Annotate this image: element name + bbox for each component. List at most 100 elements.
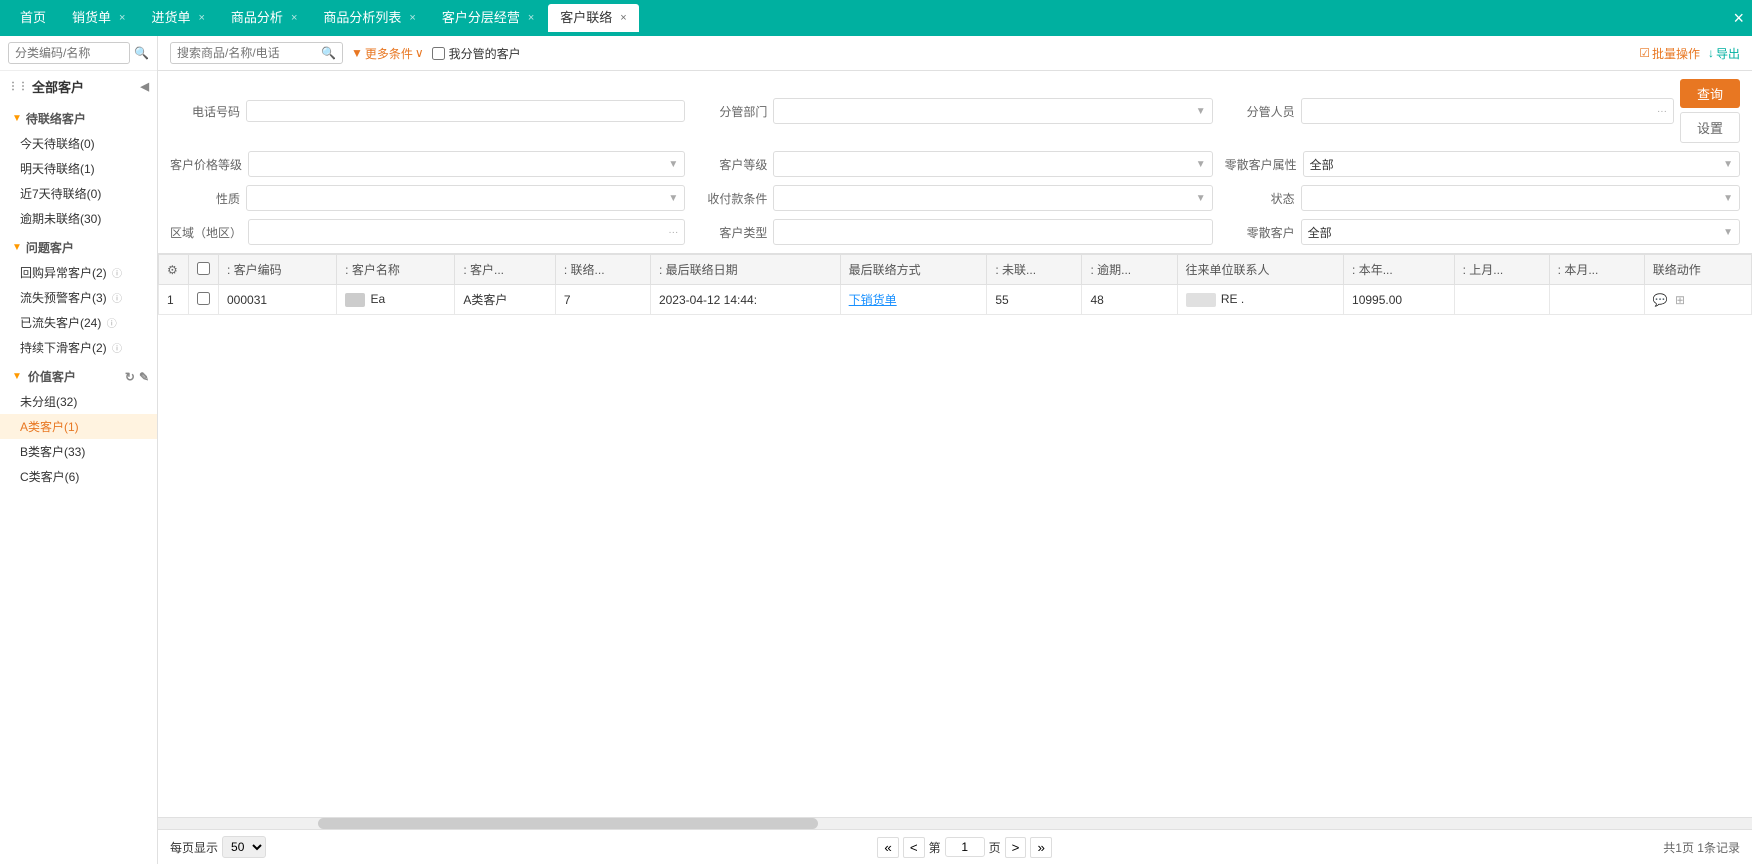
th-name: : 客户名称 [337, 255, 455, 285]
sidebar-item-warning[interactable]: 流失预警客户(3) ⓘ [0, 285, 157, 310]
top-navigation: 首页 销货单 × 进货单 × 商品分析 × 商品分析列表 × 客户分层经营 × … [0, 0, 1752, 36]
th-action: 联络动作 [1644, 255, 1751, 285]
scroll-thumb[interactable] [318, 818, 818, 829]
area-arrow: ··· [668, 227, 678, 238]
last-method-link[interactable]: 下销货单 [849, 293, 897, 307]
first-page-button[interactable]: « [877, 837, 898, 858]
filter-search-box: 🔍 [170, 42, 343, 64]
nav-tab-analysis[interactable]: 商品分析 × [219, 4, 309, 32]
dept-select[interactable]: ▼ [773, 98, 1212, 124]
area-select[interactable]: ··· [248, 219, 685, 245]
th-this-month: : 本月... [1549, 255, 1644, 285]
person-filter-row: 分管人员 ··· 查询 设置 [1225, 79, 1740, 143]
close-analysis-list-tab[interactable]: × [409, 4, 415, 32]
retail-attr-select[interactable]: 全部 ▼ [1303, 151, 1740, 177]
sidebar-item-declining[interactable]: 持续下滑客户(2) ⓘ [0, 335, 157, 360]
price-grade-select[interactable]: ▼ [248, 151, 685, 177]
sidebar-search-input[interactable] [8, 42, 130, 64]
total-records: 共1页 1条记录 [1663, 839, 1740, 856]
export-button[interactable]: ↓ 导出 [1708, 45, 1740, 62]
close-analysis-tab[interactable]: × [291, 4, 297, 32]
info-icon-declining: ⓘ [112, 344, 122, 355]
nav-tab-customer-mgmt[interactable]: 客户分层经营 × [430, 4, 546, 32]
payment-select[interactable]: ▼ [773, 185, 1212, 211]
triangle-pending-icon: ▼ [12, 113, 22, 124]
filter-search-input[interactable] [177, 46, 317, 60]
retail-customer-select[interactable]: 全部 ▼ [1301, 219, 1740, 245]
page-size-select[interactable]: 50 [222, 836, 266, 858]
sidebar-item-a-class[interactable]: A类客户(1) [0, 414, 157, 439]
sidebar-category-pending: ▼ 待联络客户 [0, 106, 157, 131]
sidebar-item-overdue[interactable]: 逾期未联络(30) [0, 206, 157, 231]
customer-grade-arrow: ▼ [1196, 159, 1206, 170]
nav-tab-customer-contact[interactable]: 客户联络 × [548, 4, 638, 32]
customer-grade-label: 客户等级 [697, 156, 767, 173]
customer-type-select[interactable] [773, 219, 1212, 245]
td-last-method[interactable]: 下销货单 [840, 285, 987, 315]
select-all-checkbox[interactable] [197, 262, 210, 275]
sidebar-item-7days[interactable]: 近7天待联络(0) [0, 181, 157, 206]
person-select[interactable]: ··· [1301, 98, 1674, 124]
nav-tab-analysis-list[interactable]: 商品分析列表 × [311, 4, 427, 32]
sidebar-item-today[interactable]: 今天待联络(0) [0, 131, 157, 156]
collapse-sidebar-icon[interactable]: ◀ [141, 80, 149, 93]
batch-operation-button[interactable]: ☑ 批量操作 [1639, 45, 1700, 62]
nature-filter-row: 性质 ▼ [170, 185, 685, 211]
nav-home[interactable]: 首页 [8, 4, 58, 32]
status-select[interactable]: ▼ [1301, 185, 1740, 211]
batch-icon: ☑ [1639, 46, 1650, 60]
close-sales-tab[interactable]: × [119, 4, 125, 32]
retail-attr-filter-row: 零散客户属性 全部 ▼ [1225, 151, 1740, 177]
nature-select[interactable]: ▼ [246, 185, 685, 211]
my-customers-checkbox[interactable]: 我分管的客户 [432, 45, 521, 62]
last-page-button[interactable]: » [1030, 837, 1051, 858]
chat-action-icon[interactable]: 💬 [1653, 293, 1668, 307]
person-select-arrow: ··· [1657, 106, 1667, 117]
close-all-tabs[interactable]: × [1733, 9, 1744, 27]
sidebar-item-abnormal[interactable]: 回购异常客户(2) ⓘ [0, 260, 157, 285]
customer-grade-select[interactable]: ▼ [773, 151, 1212, 177]
nature-arrow: ▼ [668, 193, 678, 204]
page-number-input[interactable] [945, 837, 985, 857]
sidebar-item-lost[interactable]: 已流失客户(24) ⓘ [0, 310, 157, 335]
sidebar-item-c-class[interactable]: C类客户(6) [0, 464, 157, 489]
unit-contact-masked [1186, 293, 1216, 307]
sidebar-item-tomorrow[interactable]: 明天待联络(1) [0, 156, 157, 181]
more-filter-button[interactable]: ▼ 更多条件 ∨ [351, 45, 424, 62]
query-button[interactable]: 查询 [1680, 79, 1740, 108]
customers-table: ⚙ : 客户编码 : 客户名称 : 客户... : 联络... : 最后联络日期… [158, 254, 1752, 315]
prev-page-button[interactable]: < [903, 837, 925, 858]
nav-tab-purchase[interactable]: 进货单 × [139, 4, 216, 32]
payment-arrow: ▼ [1196, 193, 1206, 204]
sidebar-search-area: 🔍 [0, 36, 157, 71]
info-icon-lost: ⓘ [107, 319, 117, 330]
customer-type-filter-row: 客户类型 [697, 219, 1212, 245]
td-index: 1 [159, 285, 189, 315]
edit-value-icon[interactable]: ✎ [139, 370, 149, 384]
sidebar-search-icon[interactable]: 🔍 [134, 46, 149, 60]
sidebar-item-b-class[interactable]: B类客户(33) [0, 439, 157, 464]
close-customer-contact-tab[interactable]: × [620, 4, 626, 32]
th-this-year: : 本年... [1344, 255, 1455, 285]
settings-button[interactable]: 设置 [1680, 112, 1740, 143]
page-navigation: « < 第 页 > » [877, 837, 1051, 858]
horizontal-scrollbar[interactable] [158, 817, 1752, 829]
close-customer-mgmt-tab[interactable]: × [528, 4, 534, 32]
refresh-value-icon[interactable]: ↻ [125, 370, 135, 384]
retail-customer-label: 零散客户 [1225, 224, 1295, 241]
filter-search-icon[interactable]: 🔍 [321, 46, 336, 60]
sidebar-category-problem: ▼ 问题客户 [0, 235, 157, 260]
row-checkbox[interactable] [197, 292, 210, 305]
customer-type-label: 客户类型 [697, 224, 767, 241]
th-last-month: : 上月... [1454, 255, 1549, 285]
grid-action-icon[interactable]: ⊞ [1675, 293, 1685, 307]
next-page-button[interactable]: > [1005, 837, 1027, 858]
sidebar-all-customers[interactable]: ⋮⋮ 全部客户 ◀ [0, 71, 157, 102]
phone-input[interactable] [246, 100, 685, 122]
nav-tab-sales[interactable]: 销货单 × [60, 4, 137, 32]
my-customers-check[interactable] [432, 47, 445, 60]
table-settings-icon[interactable]: ⚙ [167, 263, 178, 277]
td-overdue: 48 [1082, 285, 1177, 315]
close-purchase-tab[interactable]: × [198, 4, 204, 32]
sidebar-item-unclassified[interactable]: 未分组(32) [0, 389, 157, 414]
